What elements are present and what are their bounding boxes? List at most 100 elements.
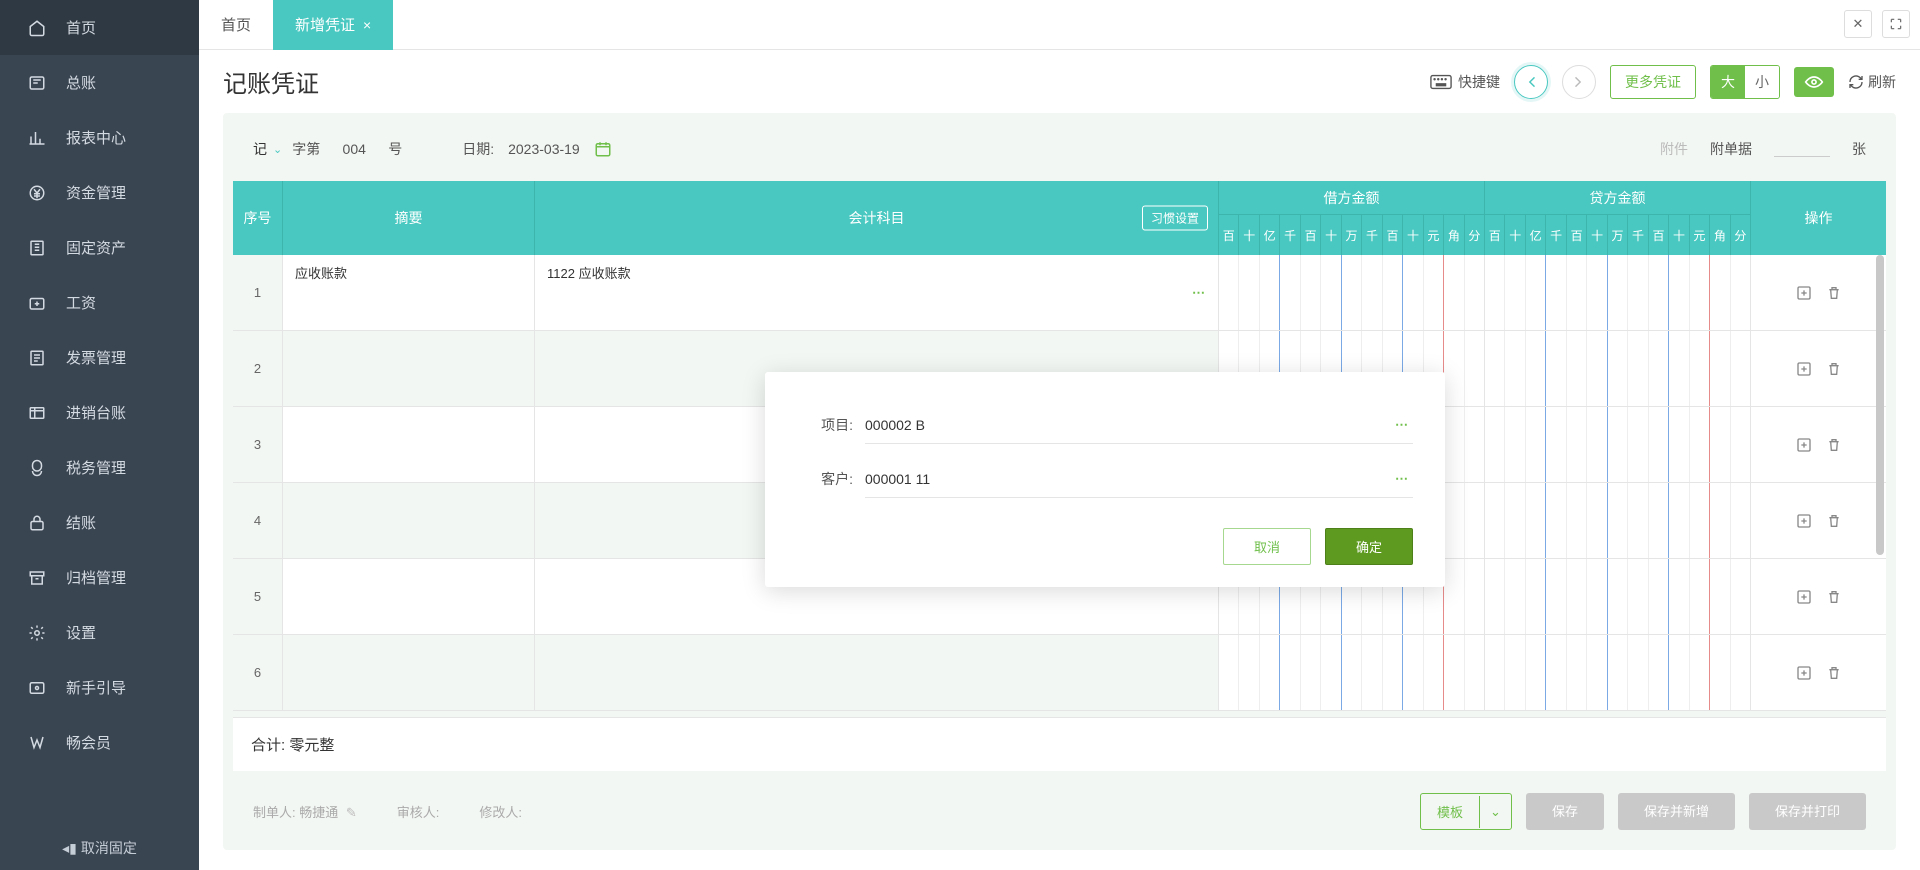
col-actions: 操作 bbox=[1751, 181, 1886, 255]
table-scrollbar[interactable] bbox=[1876, 255, 1884, 555]
tab-new-voucher[interactable]: 新增凭证 × bbox=[273, 0, 393, 50]
next-voucher-button[interactable] bbox=[1562, 65, 1596, 99]
summary-cell[interactable] bbox=[283, 635, 535, 710]
sidebar-item-guide[interactable]: 新手引导 bbox=[0, 660, 199, 715]
sidebar-item-vip[interactable]: 畅会员 bbox=[0, 715, 199, 770]
table-header: 序号 摘要 会计科目 习惯设置 借方金额 百十亿千百十万千百十元角分 贷方金额 bbox=[233, 181, 1886, 255]
sidebar-item-ledger[interactable]: 总账 bbox=[0, 55, 199, 110]
sidebar-item-label: 工资 bbox=[66, 292, 96, 313]
voucher-date-input[interactable]: 2023-03-19 bbox=[508, 141, 580, 157]
summary-cell[interactable] bbox=[283, 483, 535, 558]
invoice-icon bbox=[26, 347, 48, 369]
chevron-down-icon[interactable]: ⌄ bbox=[1479, 796, 1511, 828]
sidebar-item-settings[interactable]: 设置 bbox=[0, 605, 199, 660]
delete-row-icon[interactable] bbox=[1826, 665, 1842, 681]
fullscreen-button[interactable] bbox=[1882, 10, 1910, 38]
summary-cell[interactable] bbox=[283, 331, 535, 406]
sidebar-item-salary[interactable]: 工资 bbox=[0, 275, 199, 330]
calendar-icon[interactable] bbox=[594, 140, 612, 158]
sidebar-item-inventory[interactable]: 进销台账 bbox=[0, 385, 199, 440]
sidebar-item-home[interactable]: 首页 bbox=[0, 0, 199, 55]
tab-home[interactable]: 首页 bbox=[199, 0, 273, 50]
add-row-icon[interactable] bbox=[1796, 437, 1812, 453]
size-small[interactable]: 小 bbox=[1745, 66, 1779, 98]
building-icon bbox=[26, 237, 48, 259]
refresh-icon bbox=[1848, 74, 1864, 90]
customer-input[interactable]: 000001 11 ⋯ bbox=[865, 460, 1413, 498]
inventory-icon bbox=[26, 402, 48, 424]
save-new-button[interactable]: 保存并新增 bbox=[1618, 793, 1735, 830]
add-row-icon[interactable] bbox=[1796, 589, 1812, 605]
page-title: 记账凭证 bbox=[223, 64, 319, 99]
more-icon[interactable]: ⋯ bbox=[1192, 285, 1206, 301]
credit-cell[interactable] bbox=[1485, 635, 1751, 710]
delete-row-icon[interactable] bbox=[1826, 589, 1842, 605]
size-large[interactable]: 大 bbox=[1711, 66, 1745, 98]
sidebar-item-invoice[interactable]: 发票管理 bbox=[0, 330, 199, 385]
col-subject: 会计科目 习惯设置 bbox=[535, 181, 1219, 255]
view-toggle-button[interactable] bbox=[1794, 67, 1834, 97]
size-toggle: 大 小 bbox=[1710, 65, 1780, 99]
save-button[interactable]: 保存 bbox=[1526, 793, 1604, 830]
lookup-icon[interactable]: ⋯ bbox=[1395, 417, 1409, 433]
chart-icon bbox=[26, 127, 48, 149]
debit-cell[interactable] bbox=[1219, 255, 1485, 330]
add-row-icon[interactable] bbox=[1796, 665, 1812, 681]
credit-cell[interactable] bbox=[1485, 331, 1751, 406]
window-close-button[interactable]: ✕ bbox=[1844, 10, 1872, 38]
prev-voucher-button[interactable] bbox=[1514, 65, 1548, 99]
add-row-icon[interactable] bbox=[1796, 513, 1812, 529]
edit-maker-icon[interactable]: ✎ bbox=[346, 805, 357, 820]
shortcut-hint[interactable]: 快捷键 bbox=[1430, 72, 1500, 92]
debit-cell[interactable] bbox=[1219, 635, 1485, 710]
attach-count-input[interactable] bbox=[1774, 141, 1830, 157]
salary-icon bbox=[26, 292, 48, 314]
lookup-icon[interactable]: ⋯ bbox=[1395, 471, 1409, 487]
sidebar-item-funds[interactable]: 资金管理 bbox=[0, 165, 199, 220]
cancel-button[interactable]: 取消 bbox=[1223, 528, 1311, 565]
table-row: 1应收账款1122 应收账款⋯ bbox=[233, 255, 1886, 331]
add-row-icon[interactable] bbox=[1796, 361, 1812, 377]
footer-row: 制单人: 畅捷通 ✎ 审核人: 修改人: 模板 ⌄ 保存 保存并新增 保存并打印 bbox=[223, 771, 1896, 830]
summary-cell[interactable]: 应收账款 bbox=[283, 255, 535, 330]
sidebar-item-close[interactable]: 结账 bbox=[0, 495, 199, 550]
add-row-icon[interactable] bbox=[1796, 285, 1812, 301]
delete-row-icon[interactable] bbox=[1826, 437, 1842, 453]
sidebar-item-label: 首页 bbox=[66, 17, 96, 38]
delete-row-icon[interactable] bbox=[1826, 285, 1842, 301]
sidebar-item-assets[interactable]: 固定资产 bbox=[0, 220, 199, 275]
credit-cell[interactable] bbox=[1485, 559, 1751, 634]
delete-row-icon[interactable] bbox=[1826, 513, 1842, 529]
credit-cell[interactable] bbox=[1485, 255, 1751, 330]
sidebar: 首页 总账 报表中心 资金管理 固定资产 工资 发票管理 进销台账 bbox=[0, 0, 199, 870]
subject-cell[interactable]: 1122 应收账款⋯ bbox=[535, 255, 1219, 330]
template-button[interactable]: 模板 ⌄ bbox=[1420, 793, 1512, 830]
sidebar-unpin[interactable]: ◂▮ 取消固定 bbox=[0, 826, 199, 870]
close-icon[interactable]: × bbox=[363, 17, 371, 33]
sidebar-item-reports[interactable]: 报表中心 bbox=[0, 110, 199, 165]
row-seq: 1 bbox=[233, 255, 283, 330]
refresh-button[interactable]: 刷新 bbox=[1848, 72, 1896, 92]
sidebar-item-tax[interactable]: 税务管理 bbox=[0, 440, 199, 495]
project-input[interactable]: 000002 B ⋯ bbox=[865, 406, 1413, 444]
more-vouchers-button[interactable]: 更多凭证 bbox=[1610, 65, 1696, 99]
row-actions bbox=[1751, 255, 1886, 330]
ok-button[interactable]: 确定 bbox=[1325, 528, 1413, 565]
sidebar-item-label: 总账 bbox=[66, 72, 96, 93]
sidebar-item-label: 发票管理 bbox=[66, 347, 126, 368]
main-area: 首页 新增凭证 × ✕ 记账凭证 快捷键 更多凭证 bbox=[199, 0, 1920, 870]
subject-cell[interactable] bbox=[535, 635, 1219, 710]
credit-cell[interactable] bbox=[1485, 483, 1751, 558]
habit-settings-button[interactable]: 习惯设置 bbox=[1142, 206, 1208, 231]
row-actions bbox=[1751, 559, 1886, 634]
delete-row-icon[interactable] bbox=[1826, 361, 1842, 377]
save-print-button[interactable]: 保存并打印 bbox=[1749, 793, 1866, 830]
sidebar-item-label: 设置 bbox=[66, 622, 96, 643]
voucher-number-input[interactable]: 004 bbox=[330, 141, 378, 157]
voucher-type-select[interactable]: 记 ⌄ bbox=[253, 139, 282, 159]
summary-cell[interactable] bbox=[283, 407, 535, 482]
attachment-button[interactable]: 附件 bbox=[1660, 139, 1688, 159]
summary-cell[interactable] bbox=[283, 559, 535, 634]
credit-cell[interactable] bbox=[1485, 407, 1751, 482]
sidebar-item-archive[interactable]: 归档管理 bbox=[0, 550, 199, 605]
